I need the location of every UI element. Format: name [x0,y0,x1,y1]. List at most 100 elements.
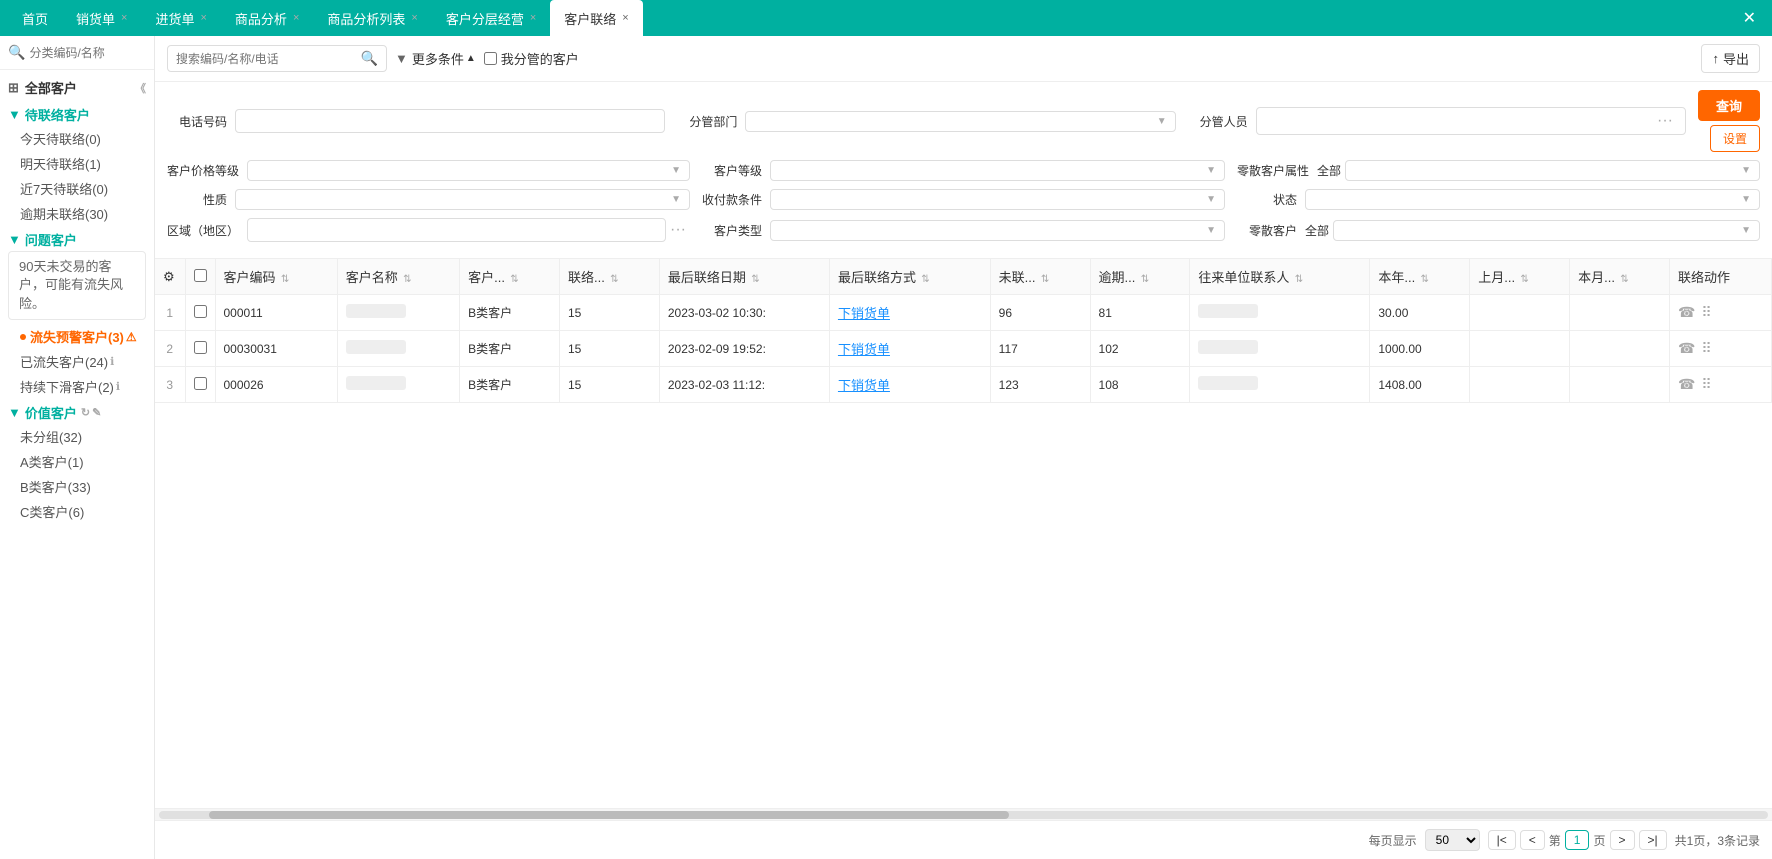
col-contact-label: 联络... [568,270,605,285]
filter-row-1: 电话号码 分管部门 ▼ 分管人员 ··· [167,90,1760,152]
sort-code-icon[interactable]: ⇅ [281,274,289,285]
customer-type-select[interactable]: ▼ [770,220,1225,241]
row-checkbox-2[interactable] [185,367,215,403]
all-customers-header[interactable]: ⊞ 全部客户 《 [0,70,154,101]
sort-overdue-icon[interactable]: ⇅ [1141,274,1149,285]
window-close-icon[interactable]: ✕ [1735,8,1764,28]
sidebar-item-ungrouped[interactable]: 未分组(32) [0,424,154,449]
customer-grade-select[interactable]: ▼ [770,160,1225,181]
sort-year-amount-icon[interactable]: ⇅ [1421,274,1429,285]
my-customers-checkbox[interactable]: 我分管的客户 [484,49,579,68]
sort-type-icon[interactable]: ⇅ [510,274,518,285]
sort-last-month-icon[interactable]: ⇅ [1520,274,1528,285]
page-next-btn[interactable]: > [1610,830,1635,850]
row-checkbox-0[interactable] [185,295,215,331]
collapse-icon[interactable]: 《 [135,80,146,96]
tab-home[interactable]: 首页 [8,9,62,28]
nature-select[interactable]: ▼ [235,189,690,210]
edit-icon[interactable]: ✎ [92,406,101,419]
query-button[interactable]: 查询 [1698,90,1760,121]
refresh-icon[interactable]: ↻ [81,406,90,419]
horizontal-scrollbar[interactable] [155,808,1772,820]
zero-retail-select[interactable]: ▼ [1333,220,1760,241]
export-button[interactable]: ↑ 导出 [1701,44,1760,73]
action-contact-icon-2[interactable]: ☎ [1678,376,1695,393]
scrollbar-thumb[interactable] [209,811,1009,819]
tab-customer-tier-close[interactable]: × [530,12,536,24]
region-input[interactable] [247,218,666,242]
row-last-method-0[interactable]: 下销货单 [829,295,990,331]
action-contact-icon-0[interactable]: ☎ [1678,304,1695,321]
payment-select[interactable]: ▼ [770,189,1225,210]
tab-customer-contact[interactable]: 客户联络 × [550,0,642,36]
group-value-customers[interactable]: ▼ 价值客户 ↻ ✎ [0,399,154,424]
row-name-2 [337,367,459,403]
row-checkbox-1[interactable] [185,331,215,367]
row-num-1: 2 [155,331,185,367]
action-more-icon-2[interactable]: ⠿ [1701,376,1711,393]
phone-input[interactable] [235,109,665,133]
action-more-icon-0[interactable]: ⠿ [1701,304,1711,321]
tab-customer-contact-close[interactable]: × [622,12,628,24]
sidebar-item-churn-warning[interactable]: 流失预警客户(3) ⚠ [0,324,154,349]
sidebar-item-declining[interactable]: 持续下滑客户(2) ℹ [0,374,154,399]
sidebar-item-7days[interactable]: 近7天待联络(0) [0,176,154,201]
col-code-label: 客户编码 [224,270,276,285]
sort-contact-icon[interactable]: ⇅ [610,274,618,285]
group-problem-customers[interactable]: ▼ 问题客户 [0,226,154,251]
sidebar-item-churned[interactable]: 已流失客户(24) ℹ [0,349,154,374]
page-last-btn[interactable]: >| [1639,830,1667,850]
more-conditions-btn[interactable]: ▼ 更多条件 ▲ [395,49,476,68]
page-first-btn[interactable]: |< [1488,830,1516,850]
tab-customer-tier[interactable]: 客户分层经营 × [432,0,550,36]
scrollbar-track[interactable] [159,811,1768,819]
tab-product-analysis-close[interactable]: × [293,12,299,24]
sidebar-item-c-class[interactable]: C类客户(6) [0,499,154,524]
tab-sales[interactable]: 销货单 × [62,0,141,36]
select-all-checkbox[interactable] [194,269,207,282]
row-num-2: 3 [155,367,185,403]
th-checkbox[interactable] [185,259,215,295]
sort-this-month-icon[interactable]: ⇅ [1620,274,1628,285]
tab-purchase-close[interactable]: × [200,12,206,24]
sidebar-item-a-class[interactable]: A类客户(1) [0,449,154,474]
table-row: 1 000011 B类客户 15 2023-03-02 10:30: 下销货单 … [155,295,1772,331]
page-size-select[interactable]: 50 100 200 [1425,829,1480,851]
row-last-method-1[interactable]: 下销货单 [829,331,990,367]
row-contact-1: 15 [559,331,659,367]
action-contact-icon-1[interactable]: ☎ [1678,340,1695,357]
sidebar-item-tomorrow[interactable]: 明天待联络(1) [0,151,154,176]
sidebar-search-input[interactable] [29,46,155,60]
group-pending-contact[interactable]: ▼ 待联络客户 [0,101,154,126]
toolbar-search-icon[interactable]: 🔍 [361,50,378,67]
tab-product-analysis[interactable]: 商品分析 × [221,0,313,36]
zero-retail-attr-select[interactable]: ▼ [1345,160,1760,181]
person-dots-icon[interactable]: ··· [1653,112,1677,130]
tab-sales-close[interactable]: × [121,12,127,24]
tab-purchase[interactable]: 进货单 × [141,0,220,36]
sidebar-item-overdue[interactable]: 逾期未联络(30) [0,201,154,226]
tab-product-list-close[interactable]: × [411,12,417,24]
page-prev-btn[interactable]: < [1520,830,1545,850]
action-more-icon-1[interactable]: ⠿ [1701,340,1711,357]
sort-last-method-icon[interactable]: ⇅ [921,274,929,285]
person-select[interactable]: ··· [1256,107,1686,135]
th-settings[interactable]: ⚙ [155,259,185,295]
region-dots-icon[interactable]: ··· [666,221,690,239]
status-select[interactable]: ▼ [1305,189,1760,210]
dept-select[interactable]: ▼ [745,111,1175,132]
price-grade-select[interactable]: ▼ [247,160,690,181]
row-last-method-2[interactable]: 下销货单 [829,367,990,403]
settings-icon[interactable]: ⚙ [163,269,175,284]
search-input[interactable] [176,52,361,66]
settings-button[interactable]: 设置 [1710,125,1760,152]
sidebar-item-today[interactable]: 今天待联络(0) [0,126,154,151]
sidebar-item-b-class[interactable]: B类客户(33) [0,474,154,499]
sort-unliaised-icon[interactable]: ⇅ [1041,274,1049,285]
tab-product-list[interactable]: 商品分析列表 × [313,0,431,36]
sort-contact-person-icon[interactable]: ⇅ [1295,274,1303,285]
filter-phone: 电话号码 [167,109,665,133]
my-customers-check[interactable] [484,52,497,65]
sort-name-icon[interactable]: ⇅ [403,274,411,285]
sort-last-date-icon[interactable]: ⇅ [751,274,759,285]
